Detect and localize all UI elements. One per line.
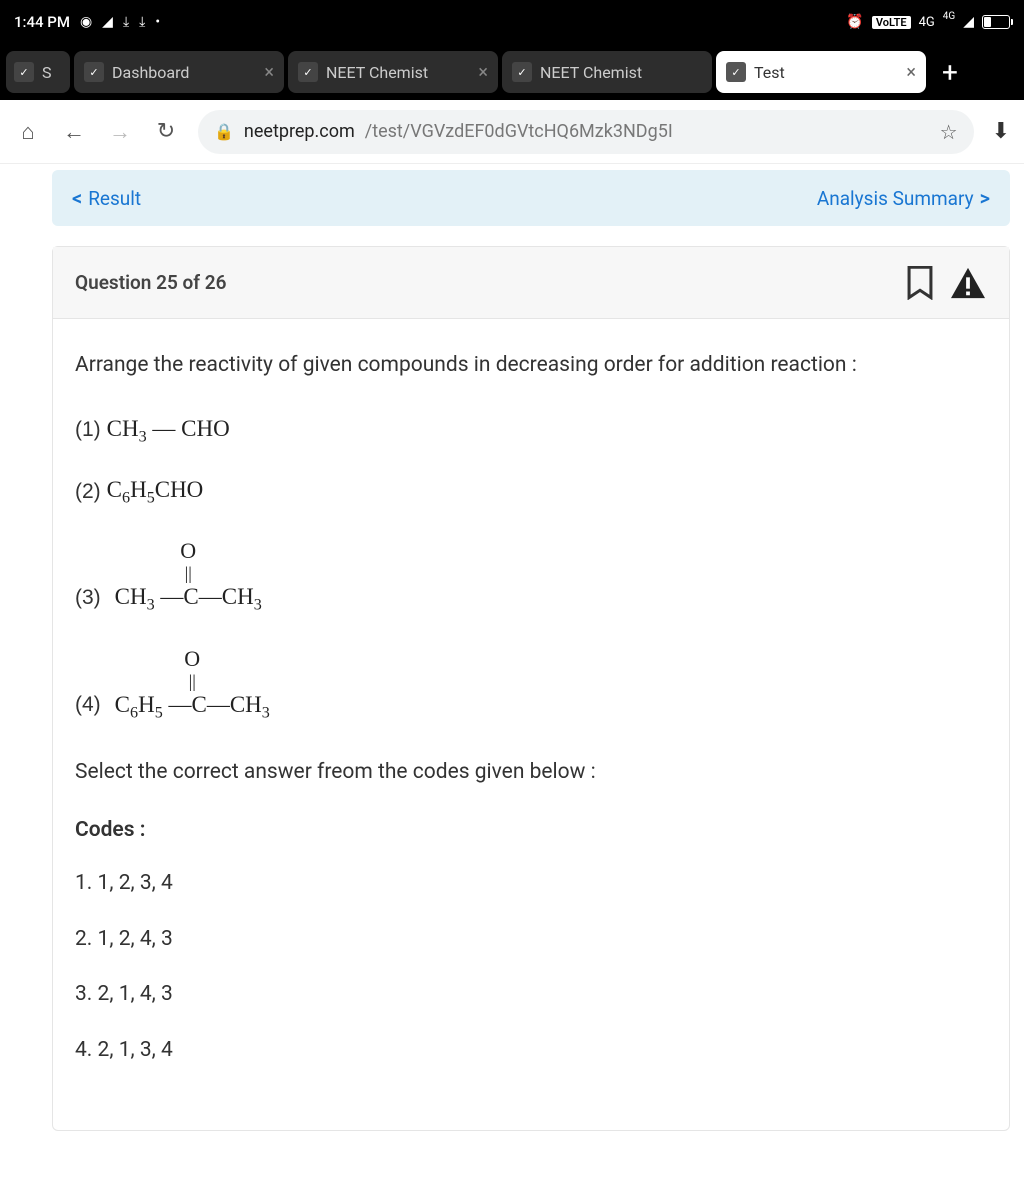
chevron-right-icon: > [980, 186, 990, 210]
compound-num: (4) [75, 688, 101, 722]
tab-0[interactable]: ✓ S [6, 51, 70, 93]
question-body: Arrange the reactivity of given compound… [53, 319, 1009, 1130]
lock-icon: 🔒 [214, 122, 234, 141]
forward-icon[interactable]: → [106, 119, 134, 145]
download-icon[interactable]: ⬇ [992, 119, 1010, 144]
question-number: Question 25 of 26 [75, 271, 226, 294]
tab-label: Dashboard [112, 63, 256, 82]
signal-superscript: 4G [943, 11, 955, 22]
download2-icon: ⤓ [139, 14, 145, 30]
compound-formula: C6H5CHO [107, 472, 204, 511]
carbon-chain: C6H5 —C—CH3 [115, 687, 270, 726]
network-label: 4G [919, 15, 935, 30]
tab-bar: ✓ S ✓ Dashboard × ✓ NEET Chemist × ✓ NEE… [0, 44, 1024, 100]
tab-favicon-icon: ✓ [298, 62, 318, 82]
analysis-link[interactable]: Analysis Summary > [817, 186, 990, 210]
battery-icon [982, 15, 1010, 29]
close-icon[interactable]: × [478, 62, 488, 83]
tab-favicon-icon: ✓ [84, 62, 104, 82]
signal-icon: ◢ [963, 14, 974, 30]
carbon-chain: CH3 —C—CH3 [115, 579, 262, 618]
compound-4: (4) O || C6H5 —C—CH3 [75, 641, 987, 726]
codes-label: Codes : [75, 814, 987, 848]
close-icon[interactable]: × [906, 62, 916, 83]
tab-neet-2[interactable]: ✓ NEET Chemist [502, 51, 712, 93]
home-icon[interactable]: ⌂ [14, 119, 42, 145]
send-icon: ◢ [102, 14, 113, 30]
new-tab-button[interactable]: + [930, 51, 970, 93]
select-instruction: Select the correct answer freom the code… [75, 756, 987, 790]
question-text: Arrange the reactivity of given compound… [75, 349, 987, 383]
tab-favicon-icon: ✓ [726, 62, 746, 82]
tab-label: NEET Chemist [326, 63, 470, 82]
chevron-left-icon: < [72, 186, 82, 210]
record-icon: ◉ [80, 14, 92, 30]
status-time: 1:44 PM [14, 13, 70, 31]
result-bar: < Result Analysis Summary > [52, 170, 1010, 226]
status-left: 1:44 PM ◉ ◢ ⤓ ⤓ • [14, 13, 160, 31]
warning-icon[interactable] [949, 266, 987, 300]
tab-dashboard[interactable]: ✓ Dashboard × [74, 51, 284, 93]
url-bar[interactable]: 🔒 neetprep.com/test/VGVzdEF0dGVtcHQ6Mzk3… [198, 110, 974, 154]
option-3[interactable]: 3. 2, 1, 4, 3 [75, 978, 987, 1012]
url-path: /test/VGVzdEF0dGVtcHQ6Mzk3NDg5I [365, 121, 673, 142]
option-4[interactable]: 4. 2, 1, 3, 4 [75, 1034, 987, 1068]
question-card: Question 25 of 26 Arrange the reactivity… [52, 246, 1010, 1131]
header-icons [905, 266, 987, 300]
compound-num: (1) [75, 413, 101, 447]
tab-label: NEET Chemist [540, 63, 702, 82]
alarm-icon: ⏰ [846, 14, 863, 30]
option-1[interactable]: 1. 1, 2, 3, 4 [75, 867, 987, 901]
back-icon[interactable]: ← [60, 119, 88, 145]
double-bond: || [115, 568, 262, 579]
nav-bar: ⌂ ← → ↻ 🔒 neetprep.com/test/VGVzdEF0dGVt… [0, 100, 1024, 164]
compound-formula: CH3 — CHO [107, 411, 230, 450]
tab-label: Test [754, 63, 898, 82]
content: < Result Analysis Summary > Question 25 … [0, 170, 1024, 1131]
result-label: Result [88, 187, 141, 210]
result-link[interactable]: < Result [72, 186, 141, 210]
volte-badge: VoLTE [872, 16, 911, 29]
double-bond: || [115, 676, 270, 687]
tab-favicon-icon: ✓ [512, 62, 532, 82]
compound-formula: O || C6H5 —C—CH3 [115, 641, 270, 726]
star-icon[interactable]: ☆ [940, 120, 958, 144]
status-right: ⏰ VoLTE 4G 4G ◢ [846, 14, 1010, 30]
compound-num: (3) [75, 581, 101, 615]
reload-icon[interactable]: ↻ [152, 119, 180, 144]
close-icon[interactable]: × [264, 62, 274, 83]
download1-icon: ⤓ [123, 14, 129, 30]
tab-test-active[interactable]: ✓ Test × [716, 51, 926, 93]
compound-formula: O || CH3 —C—CH3 [115, 533, 262, 618]
compound-2: (2) C6H5CHO [75, 472, 987, 511]
url-domain: neetprep.com [244, 121, 355, 142]
compound-num: (2) [75, 475, 101, 509]
tab-favicon-icon: ✓ [14, 62, 34, 82]
tab-label: S [42, 63, 62, 82]
option-2[interactable]: 2. 1, 2, 4, 3 [75, 923, 987, 957]
bookmark-icon[interactable] [905, 266, 935, 300]
compound-3: (3) O || CH3 —C—CH3 [75, 533, 987, 618]
dot-icon: • [155, 14, 160, 30]
question-header: Question 25 of 26 [53, 247, 1009, 319]
tab-neet-1[interactable]: ✓ NEET Chemist × [288, 51, 498, 93]
analysis-label: Analysis Summary [817, 187, 974, 210]
compound-1: (1) CH3 — CHO [75, 411, 987, 450]
status-bar: 1:44 PM ◉ ◢ ⤓ ⤓ • ⏰ VoLTE 4G 4G ◢ [0, 0, 1024, 44]
